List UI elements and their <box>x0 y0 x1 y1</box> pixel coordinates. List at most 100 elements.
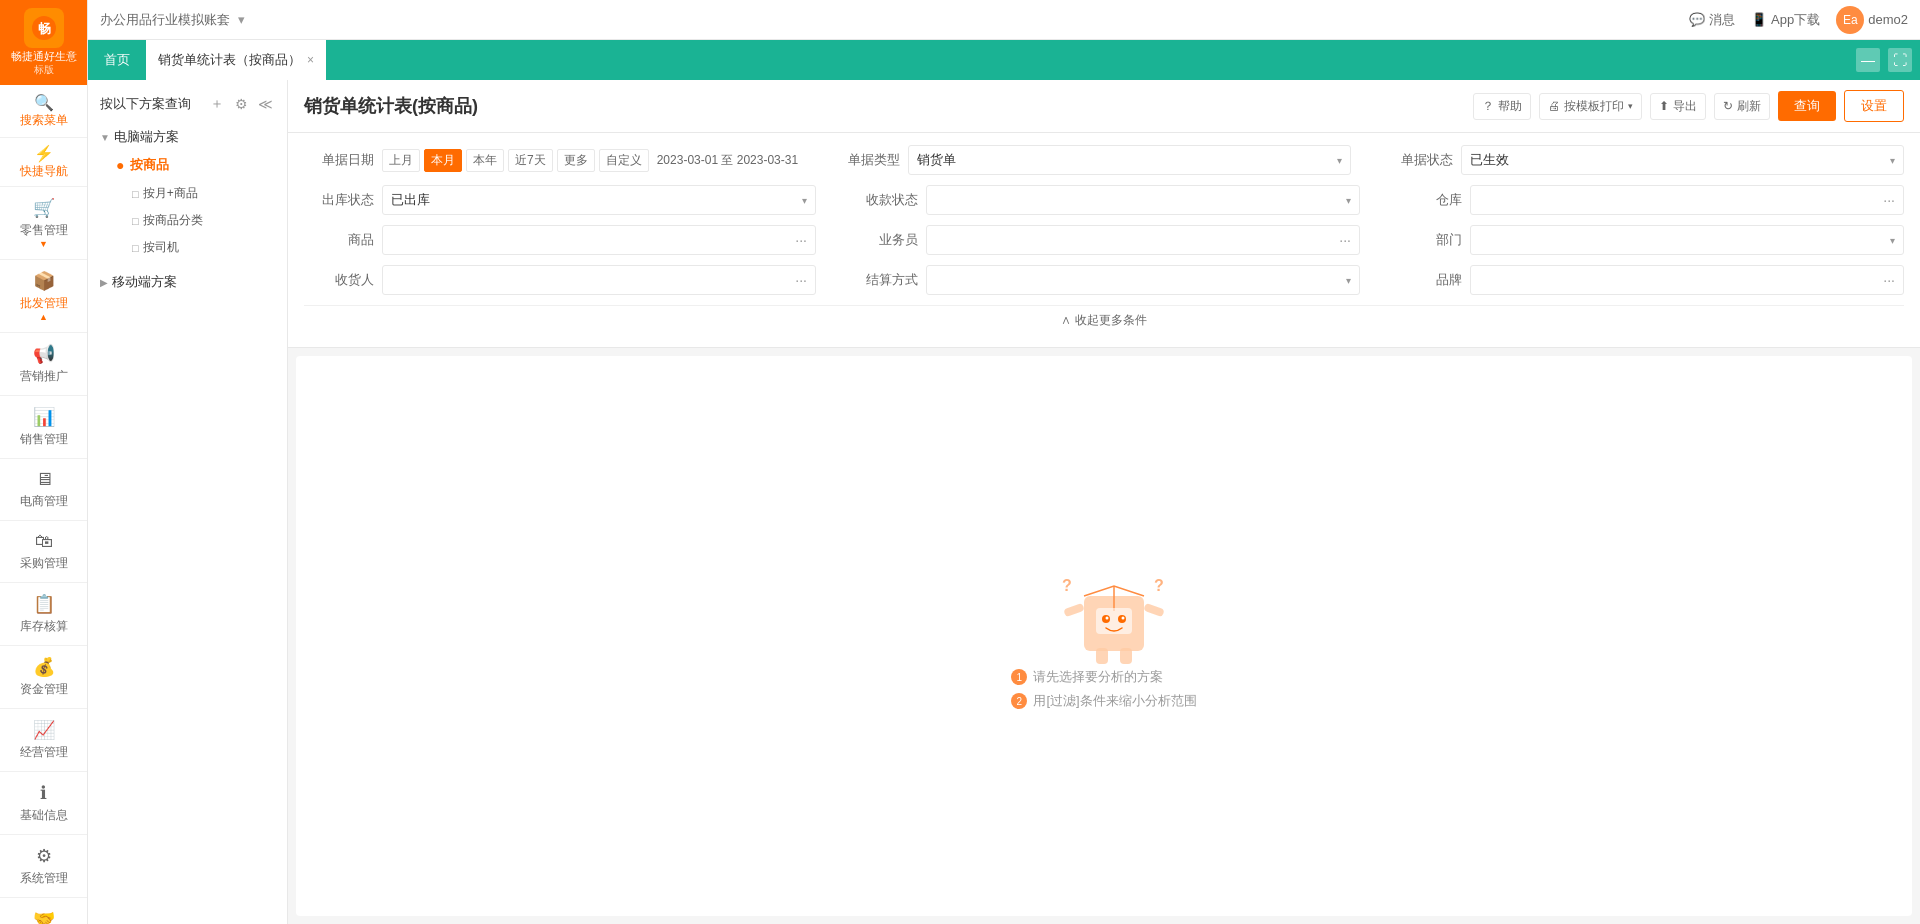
recv-status-select[interactable]: ▾ <box>926 185 1360 215</box>
collapse-bar[interactable]: ∧ 收起更多条件 <box>304 305 1904 335</box>
right-panel: 销货单统计表(按商品) ？ 帮助 🖨 按模板打印 ▾ ⬆ 导出 <box>288 80 1920 924</box>
retail-icon: 🛒 <box>33 197 55 219</box>
export-btn[interactable]: ⬆ 导出 <box>1650 93 1706 120</box>
date-this-month-btn[interactable]: 本月 <box>424 149 462 172</box>
recv-status-arrow: ▾ <box>1346 195 1351 206</box>
date-last-month-btn[interactable]: 上月 <box>382 149 420 172</box>
export-icon: ⬆ <box>1659 99 1669 113</box>
sidebar-item-system[interactable]: ⚙ 系统管理 <box>0 835 87 898</box>
filter-area: 单据日期 上月 本月 本年 近7天 更多 自定义 2023-03-01 至 20… <box>288 133 1920 348</box>
sidebar-item-inventory[interactable]: 📋 库存核算 <box>0 583 87 646</box>
sub-item-icon-2: □ <box>132 215 139 227</box>
out-status-value: 已出库 <box>391 191 802 209</box>
refresh-icon: ↻ <box>1723 99 1733 113</box>
tree-item-by-month-product[interactable]: □ 按月+商品 <box>88 180 287 207</box>
print-btn[interactable]: 🖨 按模板打印 ▾ <box>1539 93 1642 120</box>
settle-label: 结算方式 <box>848 271 918 289</box>
receiver-select[interactable]: ··· <box>382 265 816 295</box>
svg-text:?: ? <box>1062 577 1072 594</box>
tab-minimize-btn[interactable]: — <box>1856 48 1880 72</box>
app-name: 畅捷通好生意 <box>7 50 81 63</box>
sidebar-item-purchase[interactable]: 🛍 采购管理 <box>0 521 87 583</box>
tree-item-by-driver[interactable]: □ 按司机 <box>88 234 287 261</box>
industry-dropdown-icon[interactable]: ▾ <box>238 12 245 27</box>
help-btn[interactable]: ？ 帮助 <box>1473 93 1531 120</box>
message-btn[interactable]: 💬 消息 <box>1689 11 1735 29</box>
sidebar-item-retail[interactable]: 🛒 零售管理 ▼ <box>0 187 87 260</box>
tree-item-by-product[interactable]: ● 按商品 <box>88 150 287 180</box>
app-download-icon: 📱 <box>1751 12 1767 27</box>
date-this-year-btn[interactable]: 本年 <box>466 149 504 172</box>
receiver-label: 收货人 <box>304 271 374 289</box>
settle-select[interactable]: ▾ <box>926 265 1360 295</box>
tree-group-desktop-header[interactable]: ▼ 电脑端方案 <box>88 124 287 150</box>
refresh-btn[interactable]: ↻ 刷新 <box>1714 93 1770 120</box>
tree-group-mobile-header[interactable]: ▶ 移动端方案 <box>88 269 287 295</box>
doc-status-value: 已生效 <box>1470 151 1890 169</box>
dept-label: 部门 <box>1392 231 1462 249</box>
warehouse-dots[interactable]: ··· <box>1883 192 1895 208</box>
marketing-icon: 📢 <box>33 343 55 365</box>
sidebar-item-sales[interactable]: 📊 销售管理 <box>0 396 87 459</box>
tab-close-btn[interactable]: × <box>307 53 314 67</box>
settle-arrow: ▾ <box>1346 275 1351 286</box>
tree-group-desktop: ▼ 电脑端方案 ● 按商品 □ 按月+商品 □ 按商品分类 □ 按司机 <box>88 120 287 265</box>
date-custom-btn[interactable]: 自定义 <box>599 149 649 172</box>
brand-dots[interactable]: ··· <box>1883 272 1895 288</box>
hint-num-2: 2 <box>1011 693 1027 709</box>
receiver-dots[interactable]: ··· <box>795 272 807 288</box>
out-status-select[interactable]: 已出库 ▾ <box>382 185 816 215</box>
avatar: Ea <box>1836 6 1864 34</box>
dept-select[interactable]: ▾ <box>1470 225 1904 255</box>
user-avatar-btn[interactable]: Ea demo2 <box>1836 6 1908 34</box>
tabbar: 首页 销货单统计表（按商品） × — ⛶ <box>88 40 1920 80</box>
filter-row-1: 单据日期 上月 本月 本年 近7天 更多 自定义 2023-03-01 至 20… <box>304 145 1904 175</box>
settings-scheme-btn[interactable]: ⚙ <box>231 94 251 114</box>
out-status-arrow: ▾ <box>802 195 807 206</box>
goods-select[interactable]: ··· <box>382 225 816 255</box>
app-logo[interactable]: 畅 畅捷通好生意 标版 <box>0 0 87 85</box>
date-range-display: 2023-03-01 至 2023-03-31 <box>657 152 798 169</box>
doc-type-select[interactable]: 销货单 ▾ <box>908 145 1351 175</box>
svg-text:畅: 畅 <box>37 21 50 36</box>
date-label: 单据日期 <box>304 151 374 169</box>
topbar-right: 💬 消息 📱 App下载 Ea demo2 <box>1689 6 1908 34</box>
sidebar-item-finance[interactable]: 💰 资金管理 <box>0 646 87 709</box>
wholesale-icon: 📦 <box>33 270 55 292</box>
content-area: ? ? 1 请先选择要分析的方案 2 用[过滤]条件来缩小分析范围 <box>296 356 1912 916</box>
goods-dots[interactable]: ··· <box>795 232 807 248</box>
sidebar-item-operations[interactable]: 📈 经营管理 <box>0 709 87 772</box>
sidebar-item-marketing[interactable]: 📢 营销推广 <box>0 333 87 396</box>
query-btn[interactable]: 查询 <box>1778 91 1836 121</box>
warehouse-select[interactable]: ··· <box>1470 185 1904 215</box>
empty-hints: 1 请先选择要分析的方案 2 用[过滤]条件来缩小分析范围 <box>1011 668 1196 716</box>
svg-rect-9 <box>1063 603 1085 617</box>
message-icon: 💬 <box>1689 12 1705 27</box>
tab-maximize-btn[interactable]: ⛶ <box>1888 48 1912 72</box>
tab-home[interactable]: 首页 <box>88 40 146 80</box>
industry-label: 办公用品行业模拟账套 <box>100 11 230 29</box>
sidebar-item-wholesale[interactable]: 📦 批发管理 ▲ <box>0 260 87 333</box>
doc-status-select[interactable]: 已生效 ▾ <box>1461 145 1904 175</box>
brand-select[interactable]: ··· <box>1470 265 1904 295</box>
sidebar-item-ecommerce[interactable]: 🖥 电商管理 <box>0 459 87 521</box>
date-more-btn[interactable]: 更多 <box>557 149 595 172</box>
sidebar-item-quicknav[interactable]: ⚡ 快捷导航 <box>0 138 87 187</box>
hint-num-1: 1 <box>1011 669 1027 685</box>
system-icon: ⚙ <box>36 845 52 867</box>
sidebar-item-collab[interactable]: 🤝 企业协同 <box>0 898 87 924</box>
tree-item-by-category[interactable]: □ 按商品分类 <box>88 207 287 234</box>
staff-dots[interactable]: ··· <box>1339 232 1351 248</box>
sidebar-item-basics[interactable]: ℹ 基础信息 <box>0 772 87 835</box>
staff-select[interactable]: ··· <box>926 225 1360 255</box>
date-7days-btn[interactable]: 近7天 <box>508 149 553 172</box>
svg-rect-11 <box>1096 648 1108 664</box>
collapse-panel-btn[interactable]: ≪ <box>255 94 275 114</box>
help-icon: ？ <box>1482 98 1494 115</box>
add-scheme-btn[interactable]: ＋ <box>207 94 227 114</box>
staff-label: 业务员 <box>848 231 918 249</box>
tab-active[interactable]: 销货单统计表（按商品） × <box>146 40 326 80</box>
app-download-btn[interactable]: 📱 App下载 <box>1751 11 1820 29</box>
sidebar-item-search[interactable]: 🔍 搜索菜单 <box>0 85 87 138</box>
settings-btn[interactable]: 设置 <box>1844 90 1904 122</box>
